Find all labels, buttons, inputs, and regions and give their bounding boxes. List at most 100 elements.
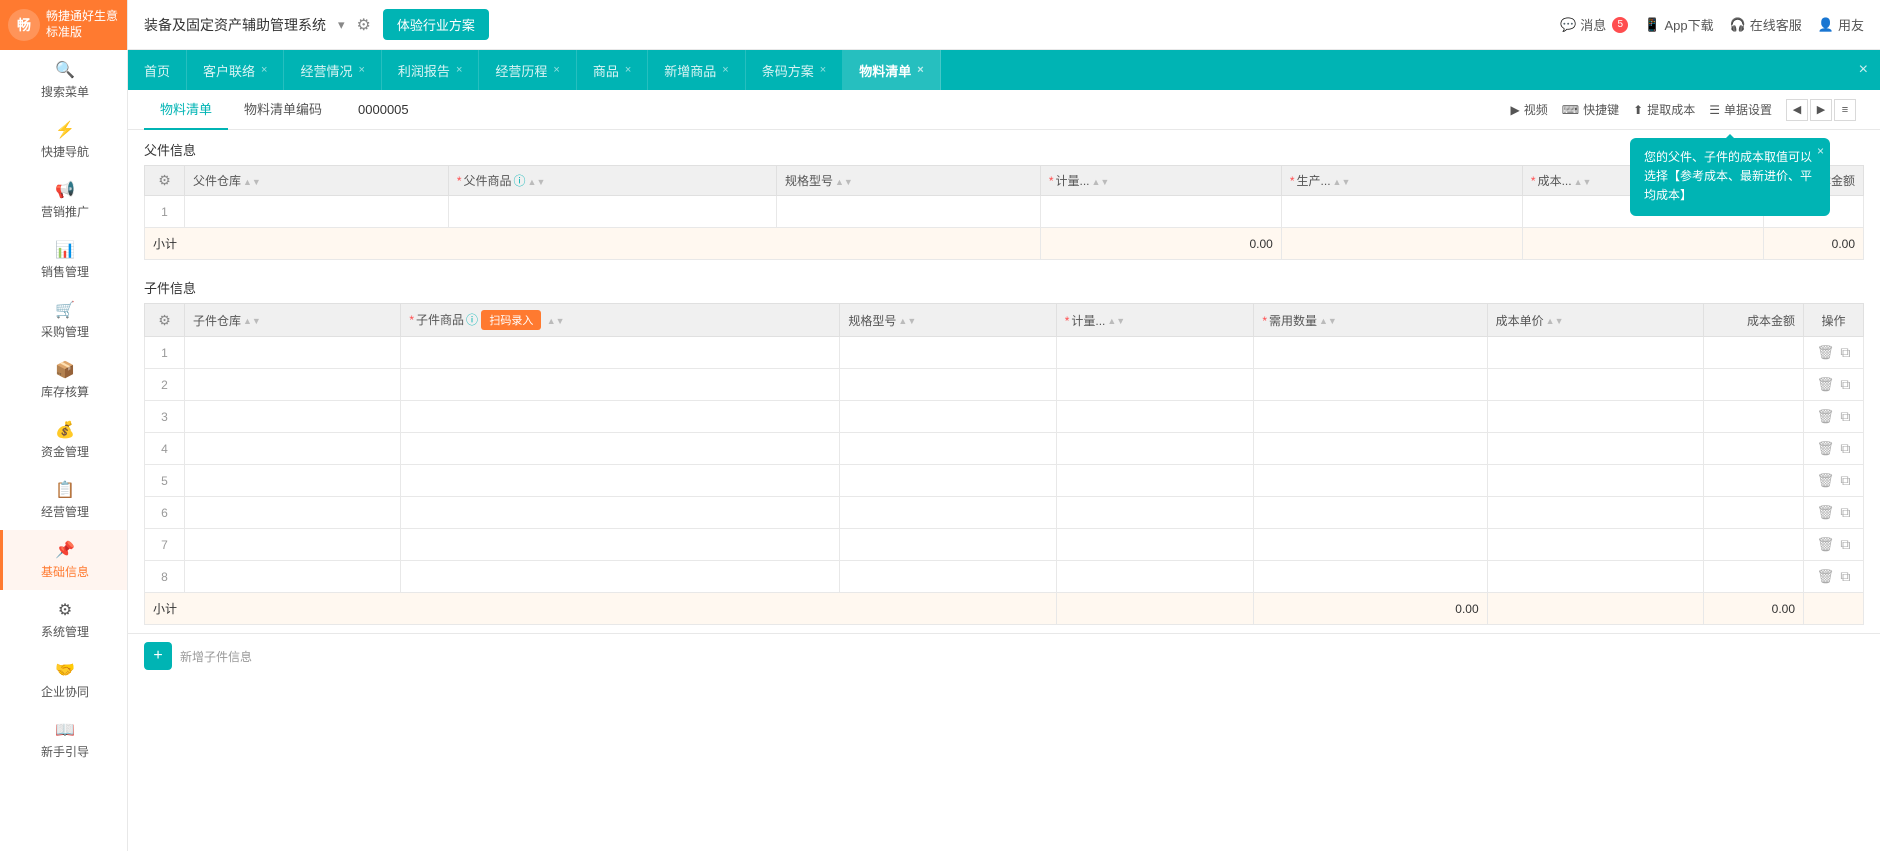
delete-icon-6[interactable]: 🗑 — [1817, 504, 1835, 521]
child-cell-qty-2[interactable] — [1254, 369, 1487, 401]
gear-icon: ⚙ — [158, 172, 171, 188]
sort-icon3: ▲▼ — [835, 178, 853, 186]
app-download-button[interactable]: 📱 App下载 — [1644, 15, 1713, 34]
tooltip-close-button[interactable]: × — [1817, 142, 1824, 161]
child-actions-3: 🗑⧉ — [1812, 408, 1855, 425]
sidebar-item-operations[interactable]: 📋 经营管理 — [0, 470, 127, 530]
child-cell-product-2[interactable] — [401, 369, 840, 401]
delete-icon-1[interactable]: 🗑 — [1817, 344, 1835, 361]
tab-customer[interactable]: 客户联络× — [187, 50, 284, 90]
sidebar-item-inventory[interactable]: 📦 库存核算 — [0, 350, 127, 410]
sidebar-item-marketing[interactable]: 📢 营销推广 — [0, 170, 127, 230]
tab-profit-close[interactable]: × — [456, 64, 462, 76]
logo-area: 畅 畅捷通好生意 标准版 — [0, 0, 127, 50]
add-child-row-button[interactable]: + — [144, 642, 172, 670]
tab-home[interactable]: 首页 — [128, 50, 187, 90]
child-cell-spec-1[interactable] — [840, 337, 1056, 369]
online-service-button[interactable]: 🎧 在线客服 — [1730, 15, 1802, 34]
child-cell-qty-1[interactable] — [1254, 337, 1487, 369]
sidebar-item-purchase[interactable]: 🛒 采购管理 — [0, 290, 127, 350]
parent-cell-warehouse-1[interactable] — [185, 196, 449, 228]
child-cell-amount-1 — [1704, 337, 1804, 369]
child-col-settings[interactable]: ⚙ — [145, 304, 185, 337]
user-button[interactable]: 👤 用友 — [1818, 15, 1864, 34]
tab-bom[interactable]: 物料清单× — [843, 50, 940, 90]
child-cell-unit-1[interactable] — [1056, 337, 1254, 369]
shortcut-key-button[interactable]: ⌨ 快捷键 — [1562, 101, 1619, 118]
copy-icon-8[interactable]: ⧉ — [1840, 568, 1850, 585]
sidebar-item-cooperation-label: 企业协同 — [41, 683, 89, 700]
parent-col-settings[interactable]: ⚙ — [145, 166, 185, 196]
delete-icon-4[interactable]: 🗑 — [1817, 440, 1835, 457]
parent-cell-produce-1[interactable] — [1281, 196, 1522, 228]
sidebar-item-system[interactable]: ⚙ 系统管理 — [0, 590, 127, 650]
child-col-product: *子件商品ⓘ 扫码录入 ▲▼ — [401, 304, 840, 337]
sidebar-item-search[interactable]: 🔍 搜索菜单 — [0, 50, 127, 110]
delete-icon-8[interactable]: 🗑 — [1817, 568, 1835, 585]
sidebar-item-shortcut[interactable]: ⚡ 快捷导航 — [0, 110, 127, 170]
copy-icon-2[interactable]: ⧉ — [1840, 376, 1850, 393]
child-cell-spec-2[interactable] — [840, 369, 1056, 401]
child-cell-uprice-1[interactable] — [1487, 337, 1703, 369]
parent-cell-product-1[interactable] — [448, 196, 776, 228]
child-cell-warehouse-2[interactable] — [185, 369, 401, 401]
tab-operations[interactable]: 经营情况× — [284, 50, 381, 90]
child-cell-warehouse-1[interactable] — [185, 337, 401, 369]
close-all-tabs[interactable]: × — [1847, 61, 1880, 79]
tab-history[interactable]: 经营历程× — [479, 50, 576, 90]
marketing-icon: 📢 — [55, 180, 75, 200]
sidebar-item-sales[interactable]: 📊 销售管理 — [0, 230, 127, 290]
sub-tab-bom-code[interactable]: 物料清单编码 — [228, 90, 338, 130]
tab-barcode-close[interactable]: × — [820, 64, 826, 76]
copy-icon-7[interactable]: ⧉ — [1840, 536, 1850, 553]
plus-icon: + — [153, 647, 162, 665]
tab-profit[interactable]: 利润报告× — [382, 50, 479, 90]
child-cell-uprice-2[interactable] — [1487, 369, 1703, 401]
sidebar-item-basic[interactable]: 📌 基础信息 — [0, 530, 127, 590]
video-label: 视频 — [1524, 101, 1548, 118]
dropdown-icon[interactable]: ▾ — [338, 17, 345, 33]
child-cell-unit-2[interactable] — [1056, 369, 1254, 401]
copy-icon-4[interactable]: ⧉ — [1840, 440, 1850, 457]
doc-settings-button[interactable]: ☰ 单据设置 — [1709, 101, 1772, 118]
copy-icon-3[interactable]: ⧉ — [1840, 408, 1850, 425]
tab-customer-close[interactable]: × — [261, 64, 267, 76]
video-button[interactable]: ▶ 视频 — [1511, 101, 1548, 118]
delete-icon-5[interactable]: 🗑 — [1817, 472, 1835, 489]
scan-input-button[interactable]: 扫码录入 — [481, 310, 541, 330]
sidebar-item-finance[interactable]: 💰 资金管理 — [0, 410, 127, 470]
tab-bom-close[interactable]: × — [917, 64, 923, 76]
child-cell-product-1[interactable] — [401, 337, 840, 369]
experience-button[interactable]: 体验行业方案 — [383, 9, 489, 40]
sidebar-item-guide[interactable]: 📖 新手引导 — [0, 710, 127, 770]
copy-icon-1[interactable]: ⧉ — [1840, 344, 1850, 361]
settings-gear-icon[interactable]: ⚙ — [357, 15, 371, 35]
nav-next-btn[interactable]: ▶ — [1810, 99, 1832, 121]
sidebar-item-cooperation[interactable]: 🤝 企业协同 — [0, 650, 127, 710]
sub-tab-bom-list[interactable]: 物料清单 — [144, 90, 228, 130]
message-button[interactable]: 💬 消息 5 — [1560, 15, 1628, 34]
nav-list-btn[interactable]: ≡ — [1834, 99, 1856, 121]
child-actions-5: 🗑⧉ — [1812, 472, 1855, 489]
header-right: 💬 消息 5 📱 App下载 🎧 在线客服 👤 用友 — [1560, 15, 1864, 34]
copy-icon-5[interactable]: ⧉ — [1840, 472, 1850, 489]
delete-icon-3[interactable]: 🗑 — [1817, 408, 1835, 425]
child-col-unit: *计量...▲▼ — [1056, 304, 1254, 337]
tab-new-product[interactable]: 新增商品× — [648, 50, 745, 90]
tab-new-product-close[interactable]: × — [722, 64, 728, 76]
tab-product-close[interactable]: × — [625, 64, 631, 76]
tab-product[interactable]: 商品× — [577, 50, 648, 90]
delete-icon-7[interactable]: 🗑 — [1817, 536, 1835, 553]
tab-barcode[interactable]: 条码方案× — [746, 50, 843, 90]
sidebar: 畅 畅捷通好生意 标准版 🔍 搜索菜单 ⚡ 快捷导航 📢 营销推广 📊 销售管理… — [0, 0, 128, 851]
extract-cost-button[interactable]: ⬆ 提取成本 — [1633, 101, 1695, 118]
parent-cell-spec-1[interactable] — [776, 196, 1040, 228]
tab-operations-close[interactable]: × — [358, 64, 364, 76]
tab-history-close[interactable]: × — [553, 64, 559, 76]
delete-icon-2[interactable]: 🗑 — [1817, 376, 1835, 393]
parent-cell-unit-1[interactable] — [1040, 196, 1281, 228]
nav-prev-btn[interactable]: ◀ — [1786, 99, 1808, 121]
child-row-6: 6 🗑⧉ — [145, 497, 1864, 529]
sub-tabs-bar: 物料清单 物料清单编码 0000005 ▶ 视频 ⌨ 快捷键 ⬆ — [128, 90, 1880, 130]
copy-icon-6[interactable]: ⧉ — [1840, 504, 1850, 521]
